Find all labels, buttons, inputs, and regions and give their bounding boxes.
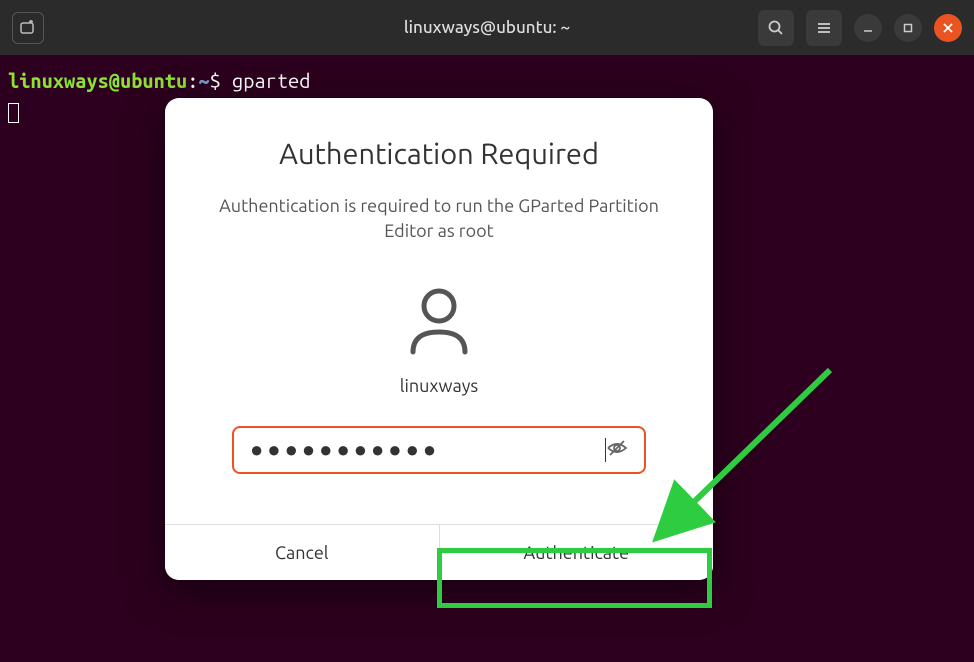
new-tab-icon xyxy=(19,19,37,37)
terminal-titlebar: linuxways@ubuntu: ~ xyxy=(0,0,974,55)
username-label: linuxways xyxy=(400,376,478,396)
close-button[interactable] xyxy=(934,14,962,42)
authenticate-button[interactable]: Authenticate xyxy=(440,525,714,580)
prompt-colon: : xyxy=(187,69,198,92)
terminal-cursor xyxy=(8,103,19,123)
user-avatar-section: linuxways xyxy=(165,284,713,396)
minimize-icon xyxy=(862,22,874,34)
prompt-path: ~ xyxy=(198,69,209,92)
maximize-icon xyxy=(902,22,914,34)
search-button[interactable] xyxy=(758,10,794,46)
close-icon xyxy=(942,22,954,34)
terminal-command: gparted xyxy=(232,69,310,92)
password-input[interactable]: ●●●●●●●●●●● xyxy=(232,426,646,474)
menu-button[interactable] xyxy=(806,10,842,46)
terminal-line: linuxways@ubuntu:~$ gparted xyxy=(8,67,966,95)
maximize-button[interactable] xyxy=(894,14,922,42)
cancel-button[interactable]: Cancel xyxy=(165,525,440,580)
toggle-password-visibility[interactable] xyxy=(606,437,628,463)
prompt-user: linuxways@ubuntu xyxy=(8,69,187,92)
user-icon xyxy=(403,284,475,360)
dialog-subtitle: Authentication is required to run the GP… xyxy=(165,194,713,244)
minimize-button[interactable] xyxy=(854,14,882,42)
hamburger-icon xyxy=(815,19,833,37)
authentication-dialog: Authentication Required Authentication i… xyxy=(165,98,713,580)
new-tab-button[interactable] xyxy=(12,12,44,44)
prompt-dollar: $ xyxy=(210,69,232,92)
dialog-button-row: Cancel Authenticate xyxy=(165,524,713,580)
dialog-title: Authentication Required xyxy=(165,138,713,170)
search-icon xyxy=(767,19,785,37)
password-value: ●●●●●●●●●●● xyxy=(250,437,607,463)
window-title: linuxways@ubuntu: ~ xyxy=(404,18,570,37)
eye-slash-icon xyxy=(606,437,628,459)
